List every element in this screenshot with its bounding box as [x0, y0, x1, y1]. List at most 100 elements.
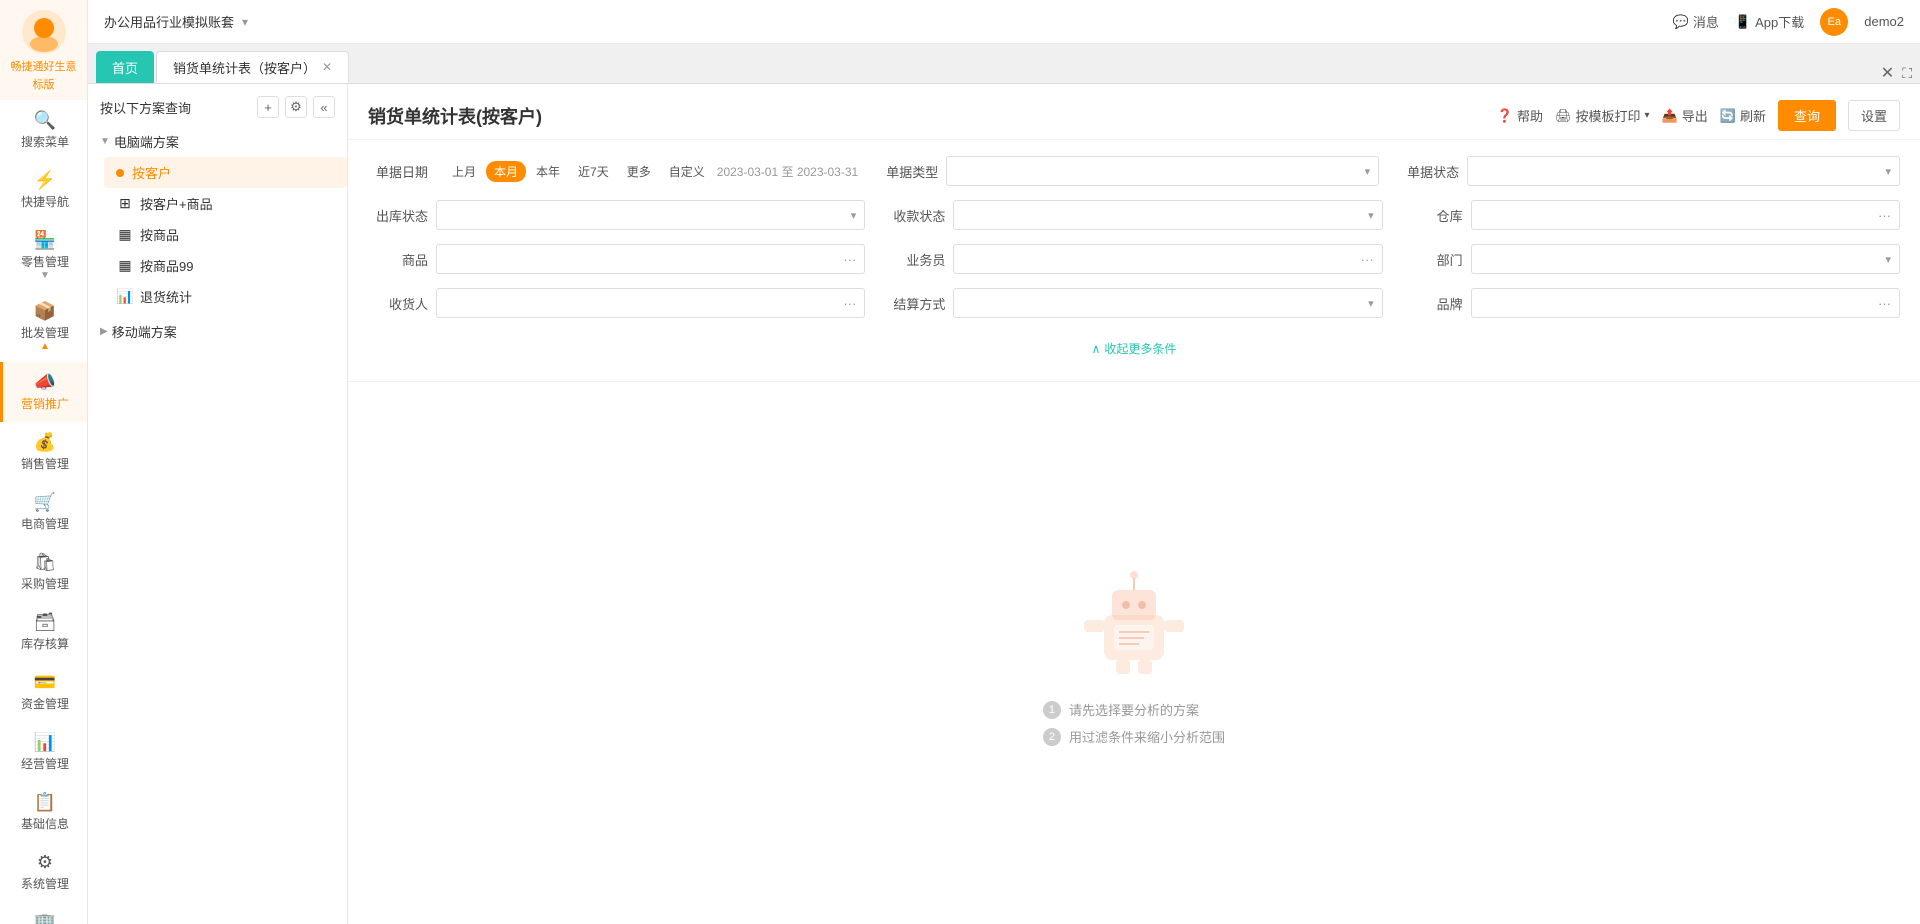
sidebar-item-inventory[interactable]: 🗃 库存核算: [0, 602, 87, 662]
tab-home[interactable]: 首页: [96, 51, 154, 83]
filter-item-warehouse: 仓库 ···: [1403, 200, 1900, 230]
tab-sales-stats[interactable]: 销货单统计表（按客户） ✕: [156, 51, 349, 83]
sidebar-item-purchase-label: 采购管理: [21, 575, 69, 592]
sidebar-item-wholesale[interactable]: 📦 批发管理 ▲: [0, 291, 87, 362]
sidebar-item-ecommerce[interactable]: 🛒 电商管理: [0, 482, 87, 542]
date-tab-this-year[interactable]: 本年: [528, 161, 568, 182]
settings-button[interactable]: 设置: [1848, 100, 1900, 131]
filter-settlement-input[interactable]: ▾: [953, 288, 1382, 318]
scheme-category-pc-header[interactable]: ▼ 电脑端方案: [88, 126, 347, 157]
sidebar-item-search[interactable]: 🔍 搜索菜单: [0, 100, 87, 160]
sidebar-item-finance[interactable]: 💳 资金管理: [0, 662, 87, 722]
app-download-button[interactable]: 📱 App下载: [1735, 12, 1804, 31]
filter-outstock-label: 出库状态: [368, 206, 428, 225]
scheme-item-by-goods99[interactable]: ▦ 按商品99: [104, 250, 347, 281]
sidebar-item-operations-label: 经营管理: [21, 755, 69, 772]
fullscreen-icon[interactable]: ⛶: [1902, 65, 1912, 82]
dots-icon3: ···: [1361, 252, 1374, 267]
filter-doc-status-input[interactable]: ▾: [1467, 156, 1900, 186]
export-button[interactable]: 📤 导出: [1662, 106, 1708, 125]
filter-dept-input[interactable]: ▾: [1471, 244, 1900, 274]
tab-close-icon[interactable]: ✕: [322, 60, 332, 74]
filter-item-goods: 商品 ···: [368, 244, 865, 274]
sidebar-item-basic-label: 基础信息: [21, 815, 69, 832]
gear-icon: ⚙: [290, 99, 302, 115]
query-button[interactable]: 查询: [1778, 100, 1836, 131]
filter-recipient-input[interactable]: ···: [436, 288, 865, 318]
sidebar-item-marketing[interactable]: 📣 营销推广: [0, 362, 87, 422]
user-name[interactable]: demo2: [1864, 14, 1904, 29]
close-window-icon[interactable]: ✕: [1881, 63, 1894, 83]
inventory-icon: 🗃: [34, 612, 57, 633]
empty-tip-1: 1 请先选择要分析的方案: [1043, 700, 1225, 719]
date-tab-custom[interactable]: 自定义: [661, 161, 713, 182]
filter-item-settlement: 结算方式 ▾: [885, 288, 1382, 318]
sidebar-item-purchase[interactable]: 🛍 采购管理: [0, 542, 87, 602]
tip-num-2: 2: [1043, 728, 1061, 746]
sidebar-item-retail[interactable]: 🏪 零售管理 ▼: [0, 220, 87, 291]
empty-tip-2-label: 用过滤条件来缩小分析范围: [1069, 727, 1225, 746]
sales-icon: 💰: [34, 432, 56, 453]
scheme-category-mobile-header[interactable]: ▶ 移动端方案: [88, 316, 347, 347]
sidebar-item-retail-label: 零售管理: [21, 253, 69, 270]
scheme-item-return-stats[interactable]: 📊 退货统计: [104, 281, 347, 312]
sidebar-item-ecommerce-label: 电商管理: [21, 515, 69, 532]
app-download-label: App下载: [1755, 12, 1804, 31]
filter-goods-label: 商品: [368, 250, 428, 269]
date-tab-last-month[interactable]: 上月: [444, 161, 484, 182]
filter-salesperson-input[interactable]: ···: [953, 244, 1382, 274]
scheme-settings-button[interactable]: ⚙: [285, 96, 307, 118]
user-avatar[interactable]: Ea: [1820, 8, 1848, 36]
active-dot-icon: [116, 169, 124, 177]
filter-brand-input[interactable]: ···: [1471, 288, 1900, 318]
add-scheme-button[interactable]: +: [257, 96, 279, 118]
sidebar-item-system[interactable]: ⚙ 系统管理: [0, 842, 87, 902]
empty-tips: 1 请先选择要分析的方案 2 用过滤条件来缩小分析范围: [1043, 700, 1225, 746]
filter-brand-label: 品牌: [1403, 294, 1463, 313]
refresh-button[interactable]: 🔄 刷新: [1720, 106, 1766, 125]
collapse-panel-button[interactable]: «: [313, 96, 335, 118]
scheme-item-by-goods[interactable]: ▦ 按商品: [104, 219, 347, 250]
date-tab-7days[interactable]: 近7天: [570, 161, 617, 182]
filter-goods-input[interactable]: ···: [436, 244, 865, 274]
message-icon: 💬: [1673, 14, 1689, 30]
print-label: 按模板打印: [1576, 106, 1641, 125]
header-dropdown-icon[interactable]: ▾: [242, 15, 248, 29]
filter-row-1: 单据日期 上月 本月 本年 近7天 更多 自定义 2023-03-01 至 20…: [368, 156, 1900, 186]
grid-icon: ⊞: [116, 195, 134, 213]
sidebar-item-sales[interactable]: 💰 销售管理: [0, 422, 87, 482]
retail-icon: 🏪: [34, 230, 56, 251]
filter-item-recipient: 收货人 ···: [368, 288, 865, 318]
filter-item-salesperson: 业务员 ···: [885, 244, 1382, 274]
filter-item-brand: 品牌 ···: [1403, 288, 1900, 318]
sidebar-item-operations[interactable]: 📊 经营管理: [0, 722, 87, 782]
main-area: 办公用品行业模拟账套 ▾ 💬 消息 📱 App下载 Ea demo2 首页 销货…: [88, 0, 1920, 924]
filter-doc-type-input[interactable]: ▾: [946, 156, 1379, 186]
date-tab-this-month[interactable]: 本月: [486, 161, 526, 182]
header-right: 💬 消息 📱 App下载 Ea demo2: [1673, 8, 1904, 36]
print-button[interactable]: 🖨 按模板打印 ▾: [1555, 106, 1650, 125]
collapse-filter-button[interactable]: ∧ 收起更多条件: [368, 332, 1900, 365]
sidebar-item-quicknav[interactable]: ⚡ 快捷导航: [0, 160, 87, 220]
filter-warehouse-input[interactable]: ···: [1471, 200, 1900, 230]
tab-home-label: 首页: [112, 58, 138, 77]
chevron-icon3: ▾: [851, 209, 857, 222]
filter-item-doc-status: 单据状态 ▾: [1399, 156, 1900, 186]
sidebar-item-wholesale-label: 批发管理: [21, 324, 69, 341]
sidebar-item-enterprise[interactable]: 🏢 企业协同: [0, 902, 87, 924]
collapse-chevron-icon: ∧: [1092, 342, 1101, 356]
help-button[interactable]: ❓ 帮助: [1497, 106, 1543, 125]
filter-doc-status-label: 单据状态: [1399, 162, 1459, 181]
sidebar-item-basic[interactable]: 📋 基础信息: [0, 782, 87, 842]
page-content: 按以下方案查询 + ⚙ « ▼ 电脑端方案: [88, 84, 1920, 924]
filter-payment-input[interactable]: ▾: [953, 200, 1382, 230]
date-tab-more[interactable]: 更多: [619, 161, 659, 182]
scheme-category-pc: ▼ 电脑端方案 按客户 ⊞ 按客户+商品 ▦ 按商品: [88, 126, 347, 316]
scheme-item-by-customer[interactable]: 按客户: [104, 157, 347, 188]
search-icon: 🔍: [34, 110, 56, 131]
scheme-item-by-customer-goods[interactable]: ⊞ 按客户+商品: [104, 188, 347, 219]
filter-item-date: 单据日期 上月 本月 本年 近7天 更多 自定义 2023-03-01 至 20…: [368, 161, 858, 182]
message-button[interactable]: 💬 消息: [1673, 12, 1719, 31]
chevron-icon4: ▾: [1368, 209, 1374, 222]
filter-outstock-input[interactable]: ▾: [436, 200, 865, 230]
